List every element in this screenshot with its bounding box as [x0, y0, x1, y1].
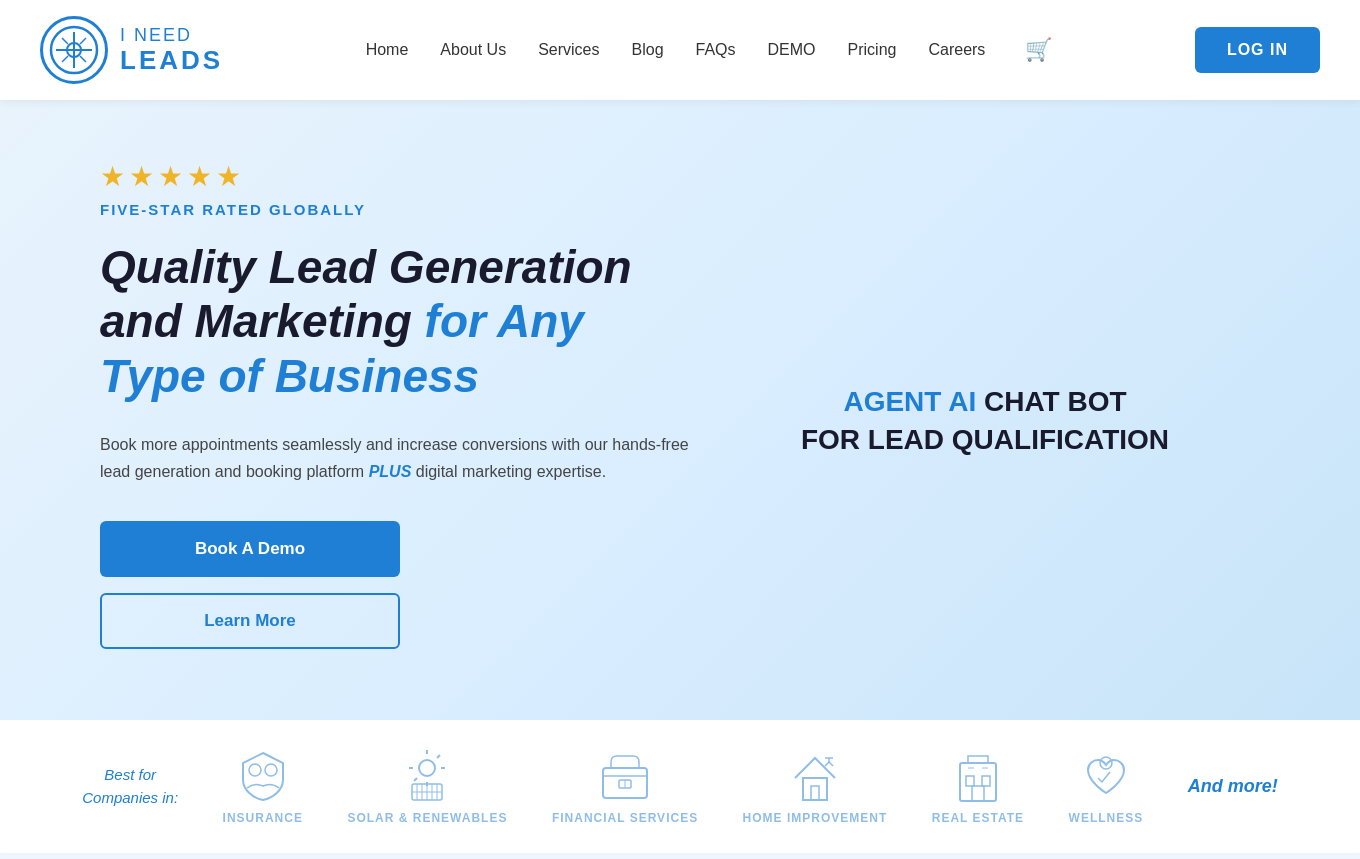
industry-real-estate: REAL ESTATE — [932, 748, 1024, 825]
and-more-label: And more! — [1188, 776, 1278, 797]
hero-content-right: AGENT AI CHAT BOT FOR LEAD QUALIFICATION — [690, 160, 1280, 680]
logo-text: I NEED LEADS — [120, 26, 223, 74]
best-for-line2: Companies in: — [82, 787, 178, 810]
home-label: HOME IMPROVEMENT — [743, 811, 888, 825]
book-demo-button[interactable]: Book A Demo — [100, 521, 400, 577]
nav-about-us[interactable]: About Us — [440, 41, 506, 59]
svg-point-10 — [419, 760, 435, 776]
svg-line-15 — [437, 755, 440, 758]
svg-rect-33 — [982, 776, 990, 786]
real-estate-icon — [948, 748, 1008, 803]
logo: I NEED LEADS — [40, 16, 223, 84]
svg-rect-34 — [972, 786, 984, 801]
logo-leads: LEADS — [120, 46, 223, 75]
star-2: ★ — [129, 160, 154, 193]
nav-pricing[interactable]: Pricing — [848, 41, 897, 59]
svg-line-4 — [62, 38, 68, 44]
hero-section: ★ ★ ★ ★ ★ FIVE-STAR RATED GLOBALLY Quali… — [0, 100, 1360, 720]
home-improvement-icon — [785, 748, 845, 803]
agent-ai-highlight: AGENT AI — [843, 386, 976, 417]
svg-point-9 — [265, 764, 277, 776]
cart-icon[interactable]: 🛒 — [1025, 37, 1052, 63]
login-button[interactable]: LOG IN — [1195, 27, 1320, 73]
svg-rect-32 — [966, 776, 974, 786]
insurance-icon — [233, 748, 293, 803]
svg-rect-28 — [811, 786, 819, 800]
logo-circle — [40, 16, 108, 84]
industry-solar: SOLAR & RENEWABLES — [347, 748, 507, 825]
nav-faqs[interactable]: FAQs — [696, 41, 736, 59]
learn-more-button[interactable]: Learn More — [100, 593, 400, 649]
nav: Home About Us Services Blog FAQs DEMO Pr… — [366, 37, 1053, 63]
logo-icon — [48, 24, 100, 76]
solar-label: SOLAR & RENEWABLES — [347, 811, 507, 825]
wellness-label: WELLNESS — [1069, 811, 1144, 825]
star-1: ★ — [100, 160, 125, 193]
insurance-label: INSURANCE — [223, 811, 303, 825]
agent-ai-card: AGENT AI CHAT BOT FOR LEAD QUALIFICATION — [761, 344, 1209, 496]
star-4: ★ — [187, 160, 212, 193]
svg-point-37 — [1100, 757, 1112, 769]
best-for-label: Best for Companies in: — [82, 764, 178, 809]
agent-ai-title: AGENT AI CHAT BOT — [801, 384, 1169, 420]
nav-careers[interactable]: Careers — [928, 41, 985, 59]
best-for-line1: Best for — [82, 764, 178, 787]
svg-line-6 — [62, 56, 68, 62]
nav-home[interactable]: Home — [366, 41, 409, 59]
hero-desc-end: digital marketing expertise. — [416, 463, 606, 480]
agent-ai-chatbot: CHAT BOT — [984, 386, 1127, 417]
star-rating: ★ ★ ★ ★ ★ — [100, 160, 690, 193]
hero-title: Quality Lead Generation and Marketing fo… — [100, 240, 690, 403]
bottom-strip: Best for Companies in: INSURANCE — [0, 720, 1360, 853]
agent-ai-sub: FOR LEAD QUALIFICATION — [801, 424, 1169, 456]
industry-insurance: INSURANCE — [223, 748, 303, 825]
header: I NEED LEADS Home About Us Services Blog… — [0, 0, 1360, 100]
industry-wellness: WELLNESS — [1069, 748, 1144, 825]
svg-line-16 — [414, 778, 417, 781]
hero-content-left: ★ ★ ★ ★ ★ FIVE-STAR RATED GLOBALLY Quali… — [100, 160, 690, 680]
svg-point-8 — [249, 764, 261, 776]
svg-line-5 — [80, 38, 86, 44]
wellness-icon — [1076, 748, 1136, 803]
industry-financial: FINANCIAL SERVICES — [552, 748, 698, 825]
nav-blog[interactable]: Blog — [632, 41, 664, 59]
svg-rect-27 — [803, 778, 827, 800]
hero-plus: PLUS — [369, 463, 412, 480]
financial-icon — [595, 748, 655, 803]
solar-icon — [397, 748, 457, 803]
star-5: ★ — [216, 160, 241, 193]
hero-subtitle: FIVE-STAR RATED GLOBALLY — [100, 201, 690, 218]
star-3: ★ — [158, 160, 183, 193]
nav-services[interactable]: Services — [538, 41, 599, 59]
real-estate-label: REAL ESTATE — [932, 811, 1024, 825]
industry-home: HOME IMPROVEMENT — [743, 748, 888, 825]
financial-label: FINANCIAL SERVICES — [552, 811, 698, 825]
nav-demo[interactable]: DEMO — [768, 41, 816, 59]
logo-i-need: I NEED — [120, 26, 223, 46]
svg-line-7 — [80, 56, 86, 62]
hero-description: Book more appointments seamlessly and in… — [100, 431, 690, 485]
hero-buttons: Book A Demo Learn More — [100, 521, 690, 649]
